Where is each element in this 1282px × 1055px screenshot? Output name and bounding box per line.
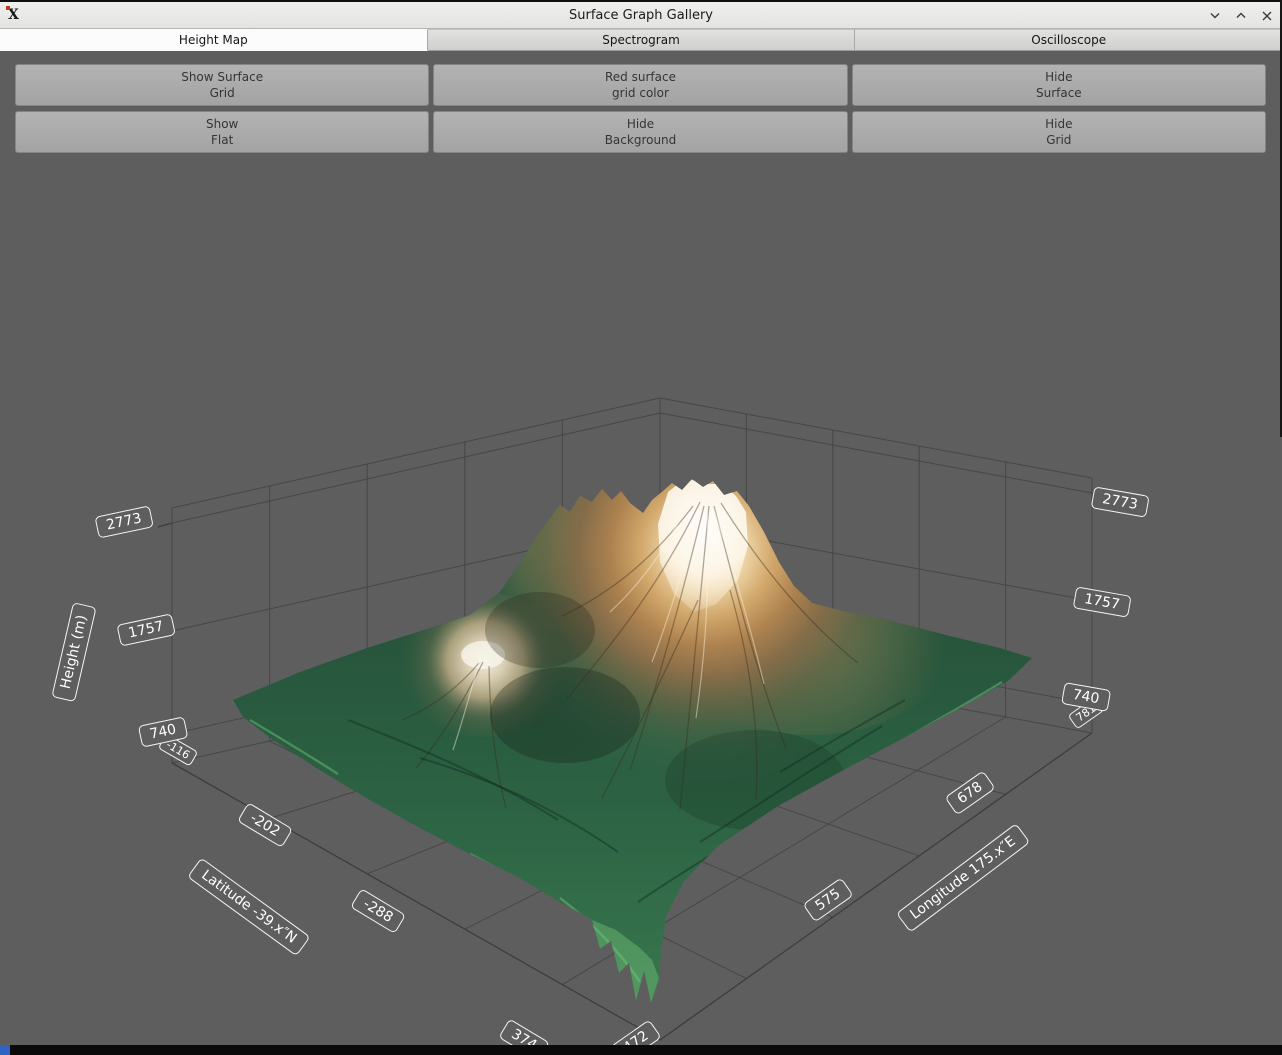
button-label: Red surface (605, 69, 676, 85)
surface-plot-view[interactable]: 2773 1757 -116 740 2773 1757 781 740 678… (0, 160, 1282, 1045)
red-surface-grid-color-button[interactable]: Red surface grid color (433, 64, 847, 106)
hide-surface-button[interactable]: Hide Surface (852, 64, 1266, 106)
titlebar: X Surface Graph Gallery (0, 2, 1282, 29)
tab-content: Show Surface Grid Red surface grid color… (0, 51, 1282, 1045)
button-label: grid color (612, 85, 669, 101)
button-label: Surface (1036, 85, 1082, 101)
chevron-down-icon[interactable] (1206, 7, 1224, 25)
tab-spectrogram[interactable]: Spectrogram (428, 29, 856, 50)
window-border-top (0, 0, 1282, 2)
hide-grid-button[interactable]: Hide Grid (852, 111, 1266, 153)
button-label: Flat (211, 132, 233, 148)
button-label: Hide (1045, 116, 1072, 132)
close-icon[interactable] (1258, 7, 1276, 25)
tab-oscilloscope[interactable]: Oscilloscope (855, 29, 1282, 50)
button-label: Show Surface (181, 69, 263, 85)
button-label: Show (206, 116, 238, 132)
taskbar-fragment (0, 1045, 10, 1055)
plot-controls: Show Surface Grid Red surface grid color… (15, 64, 1266, 153)
app-window: X Surface Graph Gallery Height Map Spect… (0, 0, 1282, 1055)
show-surface-grid-button[interactable]: Show Surface Grid (15, 64, 429, 106)
window-title: Surface Graph Gallery (0, 2, 1282, 29)
window-controls (1206, 2, 1276, 29)
button-label: Background (605, 132, 677, 148)
tab-bar: Height Map Spectrogram Oscilloscope (0, 29, 1282, 51)
button-label: Hide (1045, 69, 1072, 85)
bottom-edge (0, 1045, 1282, 1055)
button-label: Grid (210, 85, 235, 101)
hide-background-button[interactable]: Hide Background (433, 111, 847, 153)
app-icon: X (8, 7, 24, 23)
tab-height-map[interactable]: Height Map (0, 29, 428, 51)
chevron-up-icon[interactable] (1232, 7, 1250, 25)
show-flat-button[interactable]: Show Flat (15, 111, 429, 153)
button-label: Hide (627, 116, 654, 132)
button-label: Grid (1046, 132, 1071, 148)
